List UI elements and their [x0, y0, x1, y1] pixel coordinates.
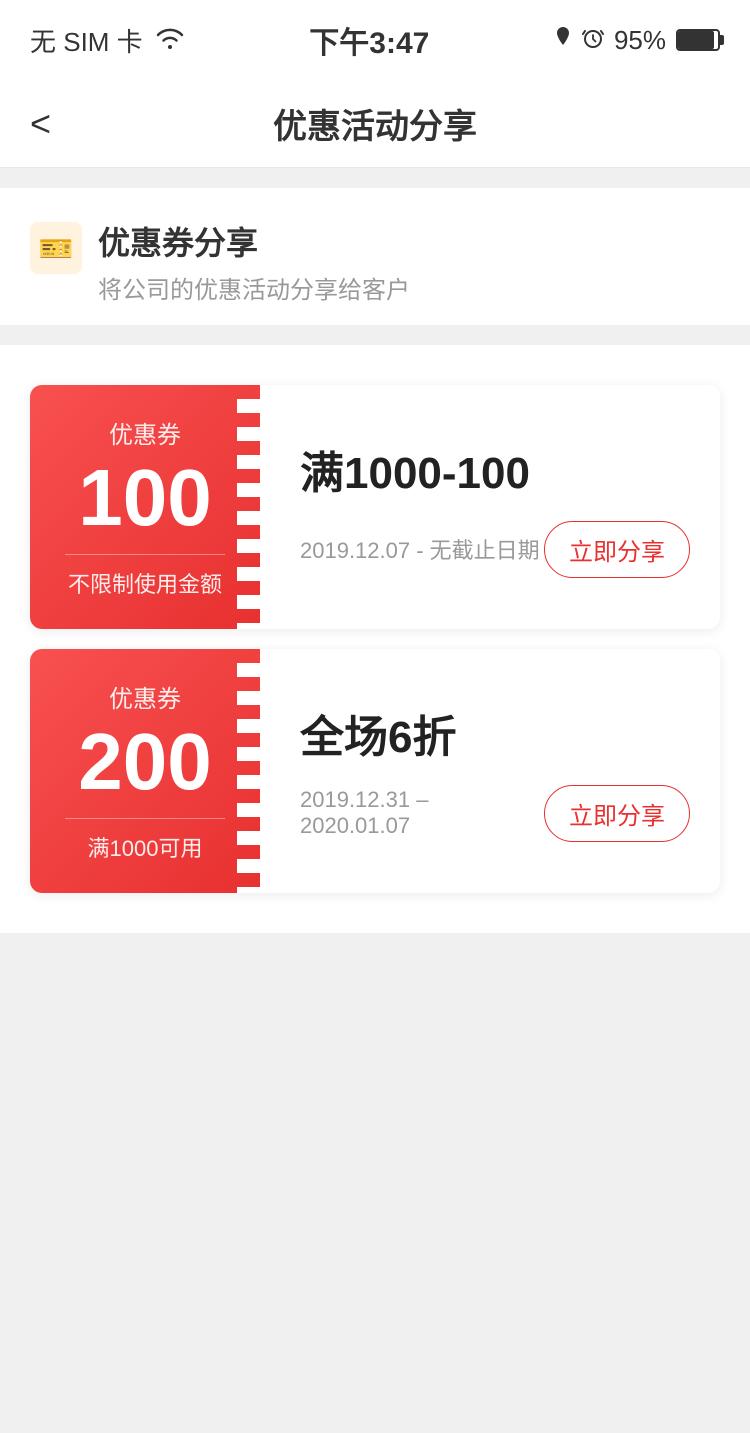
coupon-right-1: 满1000-100 2019.12.07 - 无截止日期 立即分享 — [260, 385, 720, 629]
coupon-date-1: 2019.12.07 - 无截止日期 — [300, 533, 540, 565]
coupon-divider-2 — [65, 818, 225, 819]
coupon-footer-1: 2019.12.07 - 无截止日期 立即分享 — [300, 521, 690, 578]
coupon-item-1: 优惠券 100 不限制使用金额 满1000-100 2019.12.07 - 无… — [30, 385, 720, 629]
wifi-icon — [155, 25, 185, 56]
coupon-amount-2: 200 — [78, 722, 211, 802]
section-icon: 🎫 — [30, 222, 82, 274]
section-text: 优惠券分享 将公司的优惠活动分享给客户 — [98, 218, 410, 305]
coupon-left-1: 优惠券 100 不限制使用金额 — [30, 385, 260, 629]
status-left: 无 SIM 卡 — [30, 22, 185, 59]
battery-percent: 95% — [614, 25, 666, 56]
status-time: 下午3:47 — [309, 18, 429, 62]
page-title: 优惠活动分享 — [273, 99, 477, 148]
nav-bar: < 优惠活动分享 — [0, 80, 750, 168]
carrier-text: 无 SIM 卡 — [30, 22, 143, 59]
alarm-icon — [582, 25, 604, 56]
coupon-right-2: 全场6折 2019.12.31 – 2020.01.07 立即分享 — [260, 649, 720, 893]
status-right: 95% — [554, 25, 720, 56]
status-bar: 无 SIM 卡 下午3:47 95% — [0, 0, 750, 80]
back-button[interactable]: < — [30, 103, 51, 145]
location-icon — [554, 25, 572, 56]
coupon-divider-1 — [65, 554, 225, 555]
coupon-label-1: 优惠券 — [109, 415, 181, 450]
section-heading: 优惠券分享 — [98, 218, 410, 264]
share-button-2[interactable]: 立即分享 — [544, 785, 690, 842]
section-header: 🎫 优惠券分享 将公司的优惠活动分享给客户 — [0, 188, 750, 325]
coupon-condition-2: 满1000可用 — [88, 831, 203, 863]
coupon-label-2: 优惠券 — [109, 679, 181, 714]
coupon-footer-2: 2019.12.31 – 2020.01.07 立即分享 — [300, 785, 690, 842]
coupon-date-2: 2019.12.31 – 2020.01.07 — [300, 787, 544, 839]
coupon-title-2: 全场6折 — [300, 701, 690, 765]
battery-icon — [676, 29, 720, 51]
coupon-title-1: 满1000-100 — [300, 437, 690, 501]
share-button-1[interactable]: 立即分享 — [544, 521, 690, 578]
bottom-area — [0, 933, 750, 1433]
coupon-item-2: 优惠券 200 满1000可用 全场6折 2019.12.31 – 2020.0… — [30, 649, 720, 893]
coupon-condition-1: 不限制使用金额 — [68, 567, 222, 599]
coupon-left-2: 优惠券 200 满1000可用 — [30, 649, 260, 893]
section-subtext: 将公司的优惠活动分享给客户 — [98, 270, 410, 305]
coupon-amount-1: 100 — [78, 458, 211, 538]
coupon-icon-emoji: 🎫 — [39, 232, 74, 265]
coupon-list: 优惠券 100 不限制使用金额 满1000-100 2019.12.07 - 无… — [0, 345, 750, 933]
